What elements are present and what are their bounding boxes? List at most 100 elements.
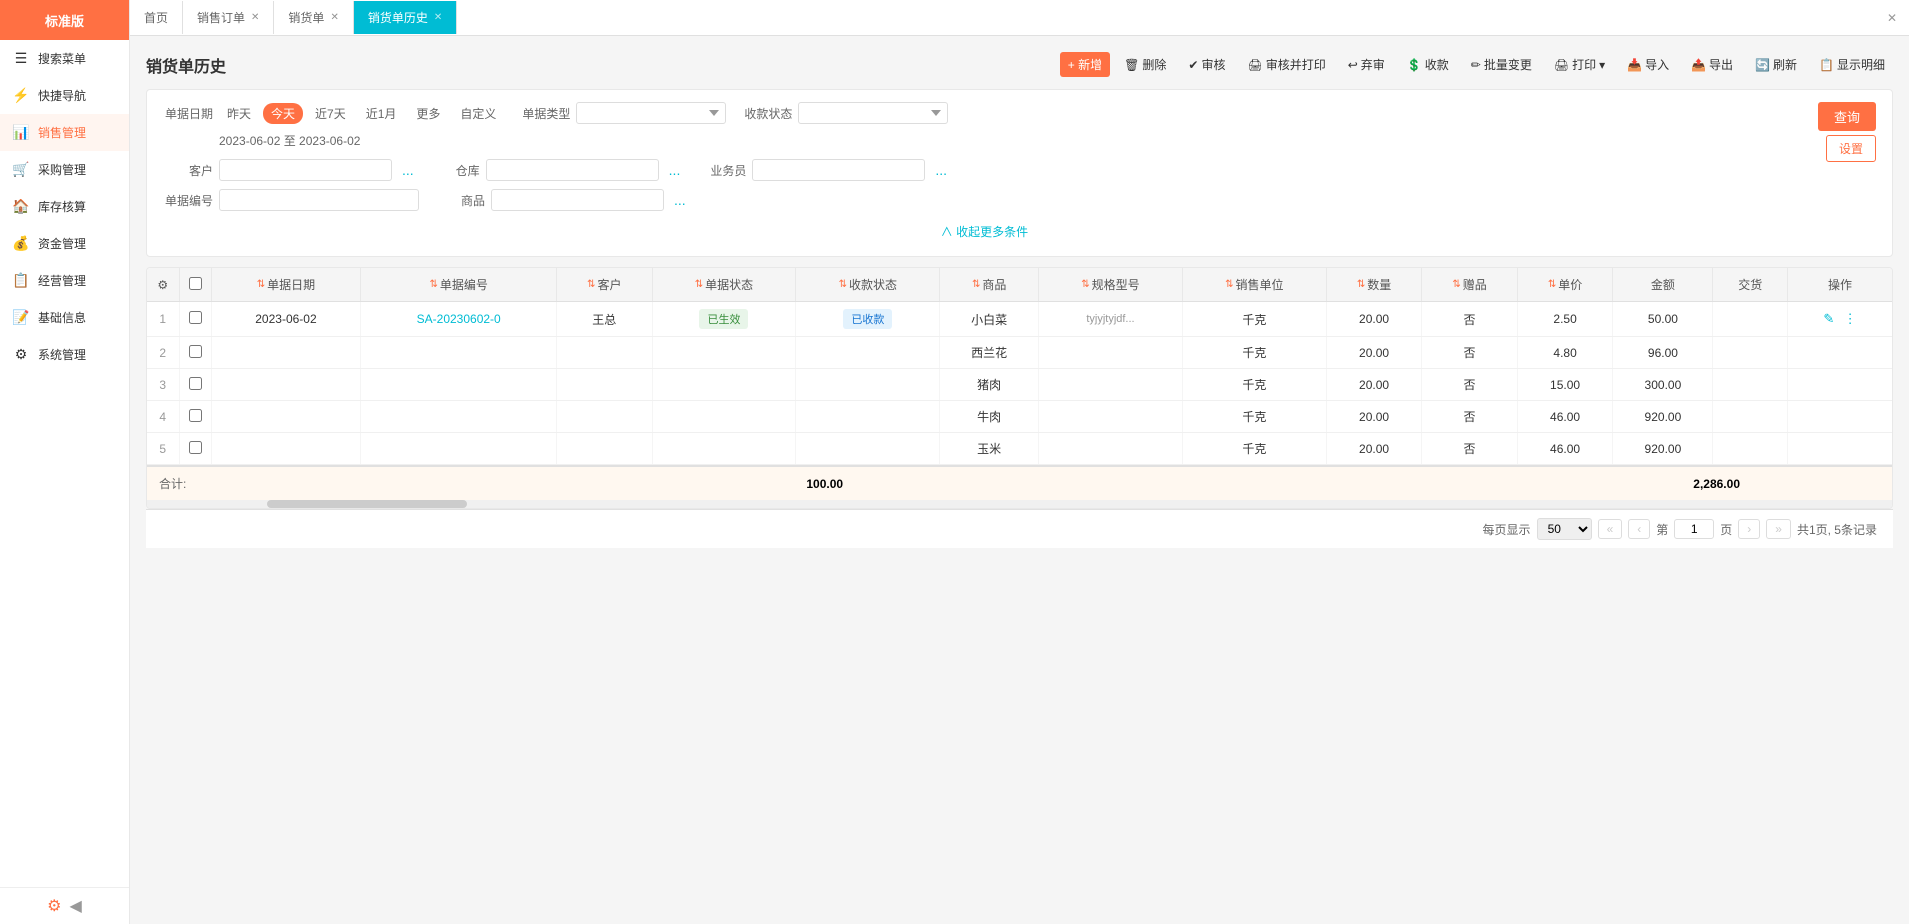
salesperson-ellipsis[interactable]: ... xyxy=(935,162,947,178)
goods-input[interactable] xyxy=(491,189,664,211)
sort-doc-date-icon: ⇅ xyxy=(257,279,265,290)
th-doc-number[interactable]: ⇅单据编号 xyxy=(361,268,557,302)
th-customer[interactable]: ⇅客户 xyxy=(557,268,653,302)
show-details-icon: 📋 xyxy=(1819,58,1834,72)
sidebar-item-system-mgmt[interactable]: ⚙ 系统管理 xyxy=(0,336,129,373)
sidebar-label-inventory: 库存核算 xyxy=(38,198,86,215)
th-unit[interactable]: ⇅销售单位 xyxy=(1182,268,1326,302)
date-chip-more[interactable]: 更多 xyxy=(408,103,448,124)
tab-sales-order[interactable]: 销售订单 ✕ xyxy=(183,1,274,34)
date-chip-7days[interactable]: 近7天 xyxy=(307,103,354,124)
setting-button[interactable]: 设置 xyxy=(1826,135,1876,162)
tab-sales-history-close[interactable]: ✕ xyxy=(434,12,442,23)
date-chip-yesterday[interactable]: 昨天 xyxy=(219,103,259,124)
show-details-button[interactable]: 📋 显示明细 xyxy=(1811,52,1893,77)
table-row: 2西兰花千克20.00否4.8096.00 xyxy=(147,337,1892,369)
horizontal-scrollbar[interactable] xyxy=(147,500,1892,508)
scrollbar-thumb[interactable] xyxy=(267,500,467,508)
edit-action-btn[interactable]: ✎ xyxy=(1820,311,1837,326)
th-qty[interactable]: ⇅数量 xyxy=(1326,268,1422,302)
next-page-btn[interactable]: › xyxy=(1738,519,1760,539)
filter-row-2: 客户 ... 仓库 ... 业务员 ... xyxy=(163,159,1806,181)
tab-sales-order-close[interactable]: ✕ xyxy=(251,12,259,23)
th-gift[interactable]: ⇅赠品 xyxy=(1422,268,1518,302)
review-print-button[interactable]: 🖨 审核并打印 xyxy=(1239,52,1333,77)
customer-ellipsis[interactable]: ... xyxy=(402,162,414,178)
cell-amount: 920.00 xyxy=(1613,433,1713,465)
sidebar-item-quick-nav[interactable]: ⚡ 快捷导航 xyxy=(0,77,129,114)
sidebar-label-purchase-mgmt: 采购管理 xyxy=(38,161,86,178)
warehouse-ellipsis[interactable]: ... xyxy=(669,162,681,178)
tab-home[interactable]: 首页 xyxy=(130,1,183,34)
batch-change-button[interactable]: ✏ 批量变更 xyxy=(1463,52,1540,77)
tab-sales-delivery-close[interactable]: ✕ xyxy=(330,12,338,23)
th-spec[interactable]: ⇅规格型号 xyxy=(1039,268,1183,302)
cell-checkbox[interactable] xyxy=(179,401,211,433)
print-button[interactable]: 🖨 打印 ▾ xyxy=(1546,52,1613,77)
import-button[interactable]: 📥 导入 xyxy=(1619,52,1677,77)
th-doc-status[interactable]: ⇅单据状态 xyxy=(652,268,796,302)
sidebar-item-operations[interactable]: 📋 经营管理 xyxy=(0,262,129,299)
cell-unit-price: 46.00 xyxy=(1517,433,1613,465)
date-chip-custom[interactable]: 自定义 xyxy=(452,103,504,124)
doc-number-link[interactable]: SA-20230602-0 xyxy=(417,312,501,326)
row-checkbox[interactable] xyxy=(189,377,202,390)
cell-checkbox[interactable] xyxy=(179,433,211,465)
th-goods[interactable]: ⇅商品 xyxy=(940,268,1039,302)
sidebar-item-basic-info[interactable]: 📝 基础信息 xyxy=(0,299,129,336)
salesperson-input[interactable] xyxy=(752,159,925,181)
prev-page-btn[interactable]: ‹ xyxy=(1628,519,1650,539)
tab-sales-history[interactable]: 销货单历史 ✕ xyxy=(354,1,457,34)
sidebar-item-purchase-mgmt[interactable]: 🛒 采购管理 xyxy=(0,151,129,188)
sidebar-item-search-menu[interactable]: ☰ 搜索菜单 xyxy=(0,40,129,77)
cell-checkbox[interactable] xyxy=(179,302,211,337)
review-button[interactable]: ✔ 审核 xyxy=(1180,52,1233,77)
th-doc-date[interactable]: ⇅单据日期 xyxy=(211,268,361,302)
settings-gear-icon[interactable]: ⚙ xyxy=(157,278,168,292)
select-all-checkbox[interactable] xyxy=(189,277,202,290)
sidebar-collapse-icon[interactable]: ◀ xyxy=(70,896,82,916)
abandon-button[interactable]: ↩ 弃审 xyxy=(1340,52,1393,77)
row-checkbox[interactable] xyxy=(189,441,202,454)
page-number-input[interactable] xyxy=(1674,519,1714,539)
more-action-btn[interactable]: ⋮ xyxy=(1841,311,1860,326)
th-unit-price[interactable]: ⇅单价 xyxy=(1517,268,1613,302)
delete-button[interactable]: 🗑 删除 xyxy=(1116,52,1174,77)
cell-doc-number[interactable]: SA-20230602-0 xyxy=(361,302,557,337)
cell-checkbox[interactable] xyxy=(179,337,211,369)
sidebar-item-sales-mgmt[interactable]: 📊 销售管理 xyxy=(0,114,129,151)
warehouse-input[interactable] xyxy=(486,159,659,181)
last-page-btn[interactable]: » xyxy=(1766,519,1791,539)
page-title: 销货单历史 xyxy=(146,53,226,77)
date-chip-today[interactable]: 今天 xyxy=(263,103,303,124)
close-all-tabs[interactable]: ✕ xyxy=(1875,3,1909,33)
tab-sales-delivery[interactable]: 销货单 ✕ xyxy=(274,1,353,34)
per-page-select[interactable]: 50 20 100 xyxy=(1537,518,1592,540)
query-button[interactable]: 查询 xyxy=(1818,102,1876,131)
row-checkbox[interactable] xyxy=(189,311,202,324)
sidebar-settings-icon[interactable]: ⚙ xyxy=(47,896,61,916)
row-checkbox[interactable] xyxy=(189,345,202,358)
refresh-button[interactable]: 🔄 刷新 xyxy=(1747,52,1805,77)
goods-ellipsis[interactable]: ... xyxy=(674,192,686,208)
customer-input[interactable] xyxy=(219,159,392,181)
sidebar-item-inventory[interactable]: 🏠 库存核算 xyxy=(0,188,129,225)
date-chip-1month[interactable]: 近1月 xyxy=(358,103,405,124)
doc-type-select[interactable] xyxy=(576,102,726,124)
payment-status-select[interactable] xyxy=(798,102,948,124)
collapse-filter-btn[interactable]: ∧ 收起更多条件 xyxy=(163,219,1806,244)
add-button[interactable]: + 新增 xyxy=(1060,52,1110,77)
first-page-btn[interactable]: « xyxy=(1598,519,1623,539)
th-payment-status[interactable]: ⇅收款状态 xyxy=(796,268,940,302)
row-checkbox[interactable] xyxy=(189,409,202,422)
export-icon: 📤 xyxy=(1691,58,1706,72)
cell-checkbox[interactable] xyxy=(179,369,211,401)
th-settings[interactable]: ⚙ xyxy=(147,268,179,302)
collect-button[interactable]: 💲 收款 xyxy=(1399,52,1457,77)
table-body: 12023-06-02SA-20230602-0王总已生效已收款小白菜tyjyj… xyxy=(147,302,1892,465)
sidebar-label-system-mgmt: 系统管理 xyxy=(38,346,86,363)
export-button[interactable]: 📤 导出 xyxy=(1683,52,1741,77)
doc-number-input[interactable] xyxy=(219,189,419,211)
cell-payment-status xyxy=(796,337,940,369)
sidebar-item-finance[interactable]: 💰 资金管理 xyxy=(0,225,129,262)
